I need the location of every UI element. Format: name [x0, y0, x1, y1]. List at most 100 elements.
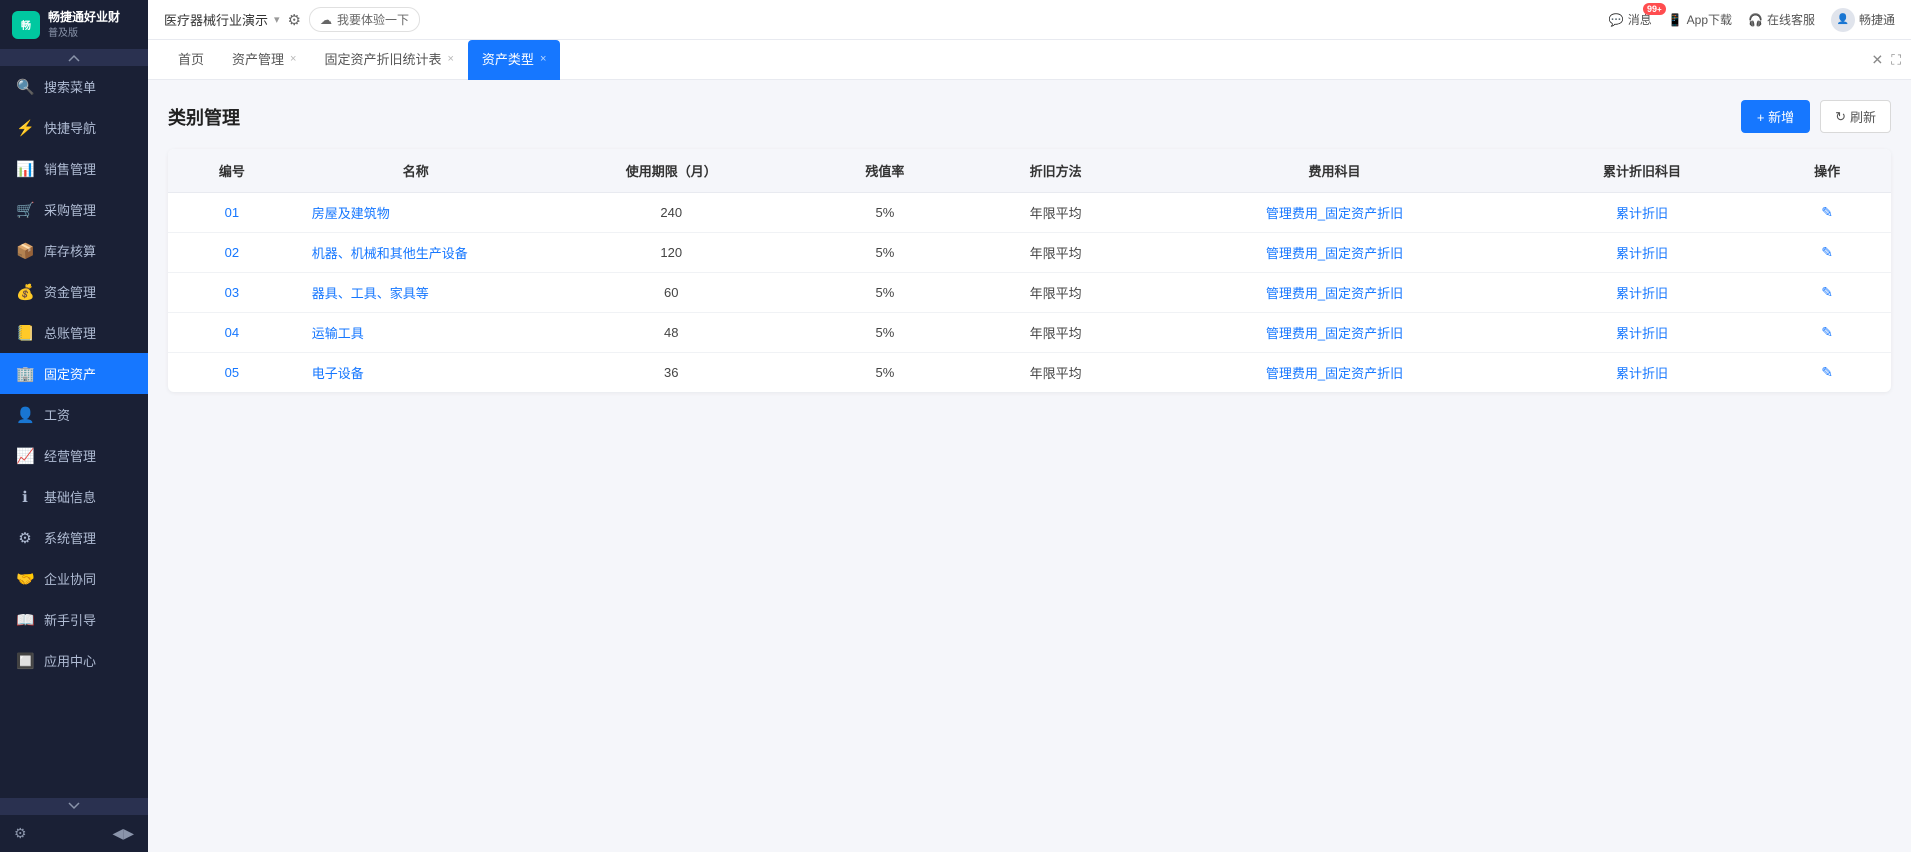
topbar-settings-icon[interactable]: ⚙	[288, 11, 301, 29]
sidebar-item-icon: 🏢	[16, 365, 34, 383]
data-table: 编号名称使用期限（月）残值率折旧方法费用科目累计折旧科目操作 01 房屋及建筑物…	[168, 149, 1891, 392]
main-area: 医疗器械行业演示 ▾ ⚙ ☁ 我要体验一下 💬 消息 99+ 📱 App下载 🎧…	[148, 0, 1911, 852]
cell-op: ✎	[1763, 193, 1891, 233]
edit-icon[interactable]: ✎	[1821, 364, 1833, 380]
cell-accumulated: 累计折旧	[1521, 313, 1763, 353]
cell-period: 36	[536, 353, 807, 393]
sidebar-nav: 🔍 搜索菜单 ⚡ 快捷导航 📊 销售管理 🛒 采购管理 📦 库存核算 💰 资金管…	[0, 66, 148, 798]
sidebar-item-销售管理[interactable]: 📊 销售管理	[0, 148, 148, 189]
sidebar-item-固定资产[interactable]: 🏢 固定资产	[0, 353, 148, 394]
cell-no: 01	[168, 193, 296, 233]
cell-accumulated: 累计折旧	[1521, 353, 1763, 393]
cell-op: ✎	[1763, 353, 1891, 393]
add-button[interactable]: + 新增	[1741, 100, 1810, 133]
tabs-bar: 首页 资产管理 × 固定资产折旧统计表 × 资产类型 × ✕ ⛶	[148, 40, 1911, 80]
user-menu[interactable]: 👤 畅捷通	[1831, 8, 1895, 32]
sidebar-item-新手引导[interactable]: 📖 新手引导	[0, 599, 148, 640]
cell-expense: 管理费用_固定资产折旧	[1148, 193, 1521, 233]
sidebar-scroll-up[interactable]	[0, 50, 148, 66]
sidebar-footer: ⚙ ◀▶	[0, 814, 148, 852]
sidebar-item-icon: 📖	[16, 611, 34, 629]
tab-资产类型[interactable]: 资产类型 ×	[468, 40, 560, 80]
tab-label: 首页	[178, 49, 204, 68]
settings-footer-icon[interactable]: ⚙	[14, 825, 27, 842]
message-button[interactable]: 💬 消息 99+	[1609, 11, 1652, 28]
sidebar: 畅 畅捷通好业财 普及版 🔍 搜索菜单 ⚡ 快捷导航 📊 销售管理 🛒 采购管理…	[0, 0, 148, 852]
collapse-icon[interactable]: ◀▶	[112, 825, 134, 842]
sidebar-header: 畅 畅捷通好业财 普及版	[0, 0, 148, 50]
tab-close-icon[interactable]: ×	[290, 53, 296, 65]
cell-rate: 5%	[807, 233, 963, 273]
message-badge: 99+	[1643, 3, 1666, 15]
app-title-group: 畅捷通好业财 普及版	[48, 10, 120, 39]
cell-period: 48	[536, 313, 807, 353]
cell-accumulated: 累计折旧	[1521, 233, 1763, 273]
sidebar-item-企业协同[interactable]: 🤝 企业协同	[0, 558, 148, 599]
cell-name: 器具、工具、家具等	[296, 273, 536, 313]
cell-no: 03	[168, 273, 296, 313]
sidebar-item-资金管理[interactable]: 💰 资金管理	[0, 271, 148, 312]
sidebar-item-label: 新手引导	[44, 610, 96, 629]
cell-rate: 5%	[807, 353, 963, 393]
sidebar-item-label: 固定资产	[44, 364, 96, 383]
tab-首页[interactable]: 首页	[164, 40, 218, 80]
page-header: 类别管理 + 新增 ↻ 刷新	[168, 100, 1891, 133]
company-name: 医疗器械行业演示	[164, 10, 268, 29]
sidebar-item-工资[interactable]: 👤 工资	[0, 394, 148, 435]
cell-expense: 管理费用_固定资产折旧	[1148, 233, 1521, 273]
tab-label: 资产管理	[232, 49, 284, 68]
asset-type-table: 编号名称使用期限（月）残值率折旧方法费用科目累计折旧科目操作 01 房屋及建筑物…	[168, 149, 1891, 392]
company-selector[interactable]: 医疗器械行业演示 ▾	[164, 10, 280, 29]
customer-service-label: 在线客服	[1767, 11, 1815, 28]
expand-window-icon[interactable]: ⛶	[1891, 51, 1901, 68]
page-title: 类别管理	[168, 104, 240, 130]
sidebar-item-label: 采购管理	[44, 200, 96, 219]
col-header-7: 操作	[1763, 149, 1891, 193]
refresh-icon: ↻	[1835, 109, 1846, 125]
sidebar-item-icon: 💰	[16, 283, 34, 301]
edit-icon[interactable]: ✎	[1821, 324, 1833, 340]
col-header-4: 折旧方法	[963, 149, 1148, 193]
cell-name: 房屋及建筑物	[296, 193, 536, 233]
experience-button[interactable]: ☁ 我要体验一下	[309, 7, 420, 32]
tab-close-icon[interactable]: ×	[447, 53, 453, 65]
sidebar-item-搜索菜单[interactable]: 🔍 搜索菜单	[0, 66, 148, 107]
tab-固定资产折旧统计表[interactable]: 固定资产折旧统计表 ×	[310, 40, 467, 80]
cell-expense: 管理费用_固定资产折旧	[1148, 313, 1521, 353]
sidebar-item-系统管理[interactable]: ⚙ 系统管理	[0, 517, 148, 558]
cell-op: ✎	[1763, 233, 1891, 273]
tab-资产管理[interactable]: 资产管理 ×	[218, 40, 310, 80]
tab-label: 固定资产折旧统计表	[324, 49, 441, 68]
sidebar-item-icon: 📈	[16, 447, 34, 465]
experience-label: 我要体验一下	[337, 11, 409, 28]
close-window-icon[interactable]: ✕	[1871, 51, 1883, 68]
sidebar-item-label: 应用中心	[44, 651, 96, 670]
sidebar-item-总账管理[interactable]: 📒 总账管理	[0, 312, 148, 353]
app-name: 畅捷通好业财	[48, 10, 120, 24]
sidebar-item-基础信息[interactable]: ℹ 基础信息	[0, 476, 148, 517]
sidebar-item-label: 搜索菜单	[44, 77, 96, 96]
sidebar-item-icon: 👤	[16, 406, 34, 424]
sidebar-item-label: 基础信息	[44, 487, 96, 506]
cell-method: 年限平均	[963, 193, 1148, 233]
edit-icon[interactable]: ✎	[1821, 284, 1833, 300]
tab-close-icon[interactable]: ×	[540, 53, 546, 65]
sidebar-scroll-down[interactable]	[0, 798, 148, 814]
cell-expense: 管理费用_固定资产折旧	[1148, 273, 1521, 313]
sidebar-item-库存核算[interactable]: 📦 库存核算	[0, 230, 148, 271]
tab-label: 资产类型	[482, 49, 534, 68]
page-actions: + 新增 ↻ 刷新	[1741, 100, 1891, 133]
sidebar-item-label: 总账管理	[44, 323, 96, 342]
sidebar-item-经营管理[interactable]: 📈 经营管理	[0, 435, 148, 476]
sidebar-item-应用中心[interactable]: 🔲 应用中心	[0, 640, 148, 681]
app-download-button[interactable]: 📱 App下载	[1668, 11, 1732, 28]
customer-service-button[interactable]: 🎧 在线客服	[1748, 11, 1815, 28]
edit-icon[interactable]: ✎	[1821, 204, 1833, 220]
refresh-button[interactable]: ↻ 刷新	[1820, 100, 1891, 133]
edit-icon[interactable]: ✎	[1821, 244, 1833, 260]
sidebar-item-采购管理[interactable]: 🛒 采购管理	[0, 189, 148, 230]
cell-op: ✎	[1763, 273, 1891, 313]
cell-rate: 5%	[807, 193, 963, 233]
col-header-5: 费用科目	[1148, 149, 1521, 193]
sidebar-item-快捷导航[interactable]: ⚡ 快捷导航	[0, 107, 148, 148]
